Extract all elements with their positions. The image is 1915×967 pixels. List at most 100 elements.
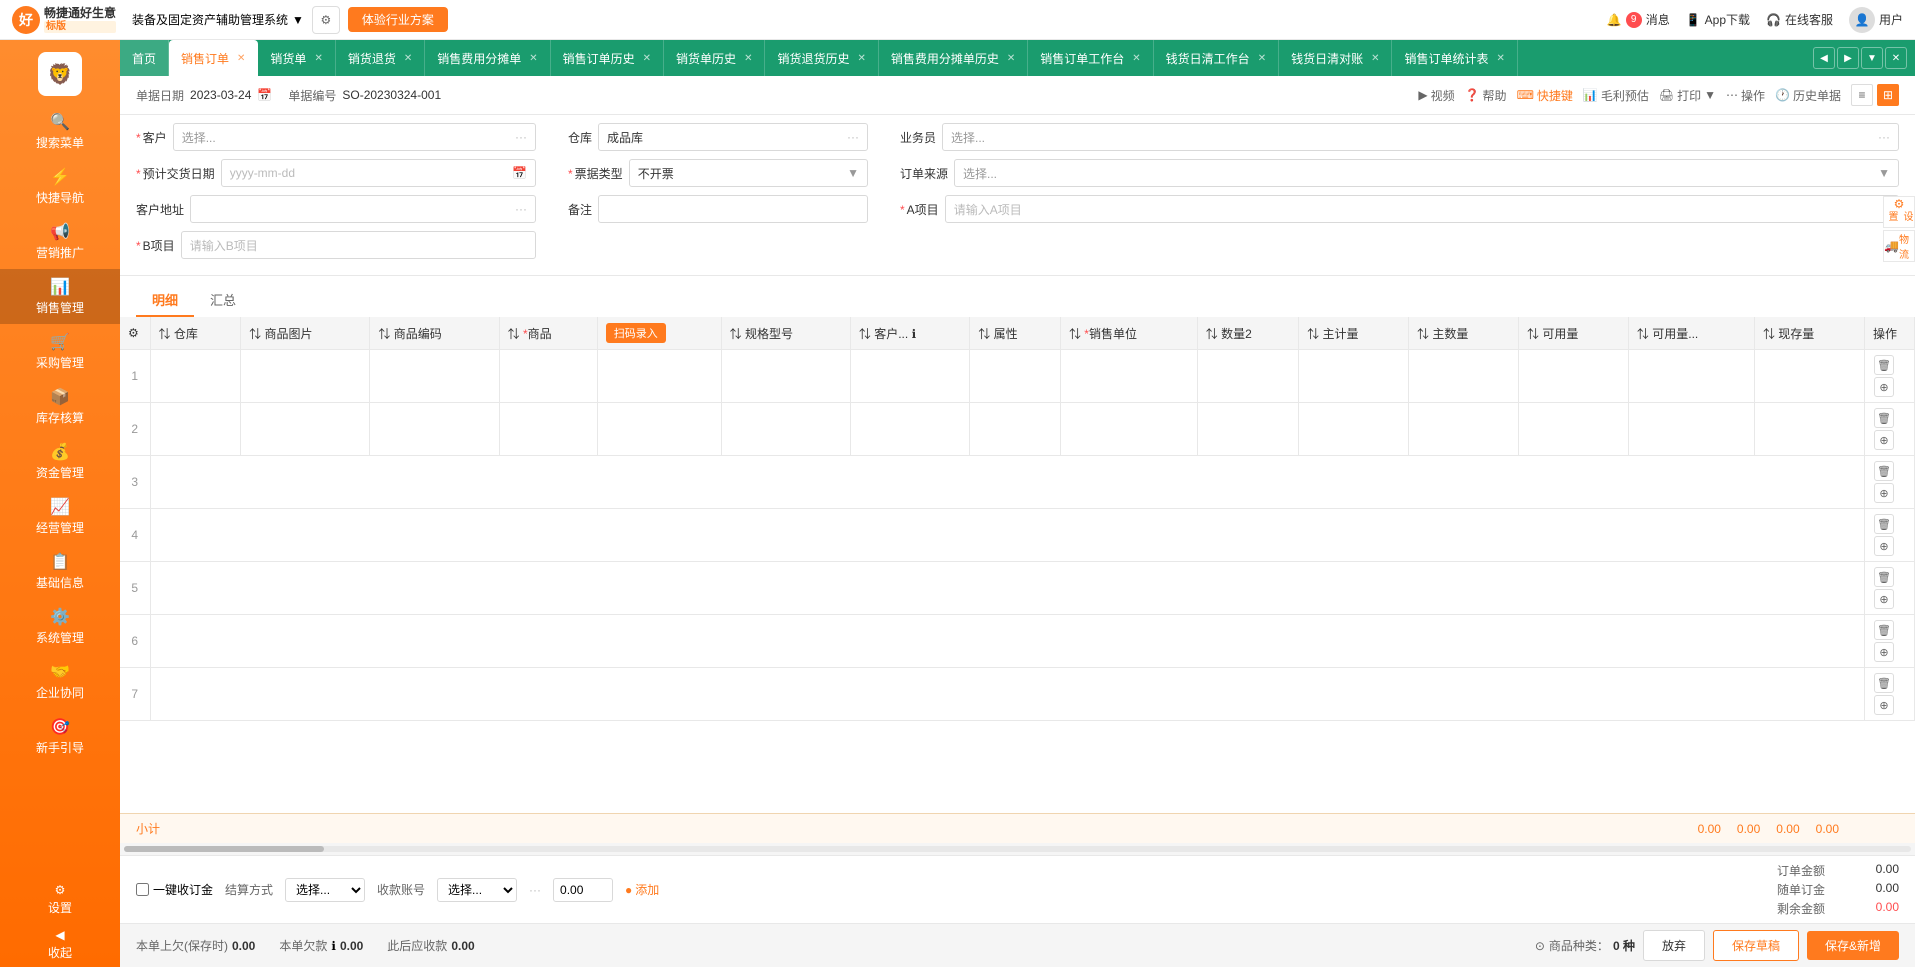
row-1-qty2[interactable] (1197, 350, 1298, 403)
tab-menu-btn[interactable]: ▼ (1861, 47, 1883, 69)
tab-close-icon-12[interactable]: ✕ (1497, 53, 1505, 64)
app-download-btn[interactable]: 📱 App下载 (1686, 11, 1750, 28)
save-draft-btn[interactable]: 保存草稿 (1713, 930, 1799, 961)
user-menu[interactable]: 👤 用户 (1849, 7, 1903, 33)
row-1-attr[interactable] (970, 350, 1061, 403)
tab-close-icon[interactable]: ✕ (237, 53, 245, 64)
sidebar-item-search[interactable]: 🔍 搜索菜单 (0, 104, 120, 159)
settlement-select[interactable]: 选择... (285, 878, 365, 902)
notes-input[interactable] (598, 195, 868, 223)
logistics-float-btn[interactable]: 🚚 物流 (1883, 230, 1915, 262)
col-current-stock[interactable]: ⇅ 现存量 (1754, 317, 1864, 350)
sidebar-item-finance[interactable]: 💰 资金管理 (0, 434, 120, 489)
row-2-product[interactable] (499, 403, 597, 456)
customer-input[interactable]: 选择... ··· (173, 123, 536, 151)
tab-close-icon-4[interactable]: ✕ (529, 53, 537, 64)
address-input[interactable]: ··· (190, 195, 536, 223)
col-attr[interactable]: ⇅ 属性 (970, 317, 1061, 350)
account-select[interactable]: 选择... (437, 878, 517, 902)
tab-close-icon-8[interactable]: ✕ (1007, 53, 1015, 64)
col-product[interactable]: ⇅ *商品 (499, 317, 597, 350)
row-2-attr[interactable] (970, 403, 1061, 456)
tab-sales-invoice[interactable]: 销货单 ✕ (258, 40, 335, 76)
payment-amount-input[interactable] (553, 878, 613, 902)
notice-btn[interactable]: 🔔 9 消息 (1607, 11, 1670, 28)
row-7-delete-btn[interactable]: 🗑 (1874, 673, 1894, 693)
tab-close-icon-2[interactable]: ✕ (314, 53, 322, 64)
tab-reconcile[interactable]: 钱货日清对账 ✕ (1279, 40, 1392, 76)
industry-btn[interactable]: 体验行业方案 (348, 7, 448, 32)
row-4-copy-btn[interactable]: ⊕ (1874, 536, 1894, 556)
tab-sales-return[interactable]: 销货退货 ✕ (336, 40, 425, 76)
sidebar-item-basic-info[interactable]: 📋 基础信息 (0, 544, 120, 599)
col-spec[interactable]: ⇅ 规格型号 (721, 317, 850, 350)
warehouse-input[interactable]: 成品库 ··· (598, 123, 868, 151)
sidebar-item-enterprise[interactable]: 🤝 企业协同 (0, 654, 120, 709)
row-2-qty2[interactable] (1197, 403, 1298, 456)
row-2-available[interactable] (1518, 403, 1628, 456)
scan-btn[interactable]: 扫码录入 (606, 323, 666, 343)
b-project-input[interactable]: 请输入B项目 (181, 231, 536, 259)
one-click-label[interactable]: 一键收订金 (136, 881, 213, 898)
tab-next-btn[interactable]: ▶ (1837, 47, 1859, 69)
a-project-input[interactable]: 请输入A项目 (945, 195, 1899, 223)
sidebar-item-purchase[interactable]: 🛒 采购管理 (0, 324, 120, 379)
tab-close-icon-9[interactable]: ✕ (1132, 53, 1140, 64)
staff-input[interactable]: 选择... ··· (942, 123, 1899, 151)
col-main-unit[interactable]: ⇅ 主计量 (1299, 317, 1409, 350)
tab-statistics[interactable]: 销售订单统计表 ✕ (1392, 40, 1517, 76)
row-1-spec[interactable] (721, 350, 850, 403)
sidebar-item-marketing[interactable]: 📢 营销推广 (0, 214, 120, 269)
row-2-available2[interactable] (1628, 403, 1754, 456)
tab-close-icon-5[interactable]: ✕ (643, 53, 651, 64)
row-2-code[interactable] (370, 403, 499, 456)
detail-tab-detail[interactable]: 明细 (136, 284, 194, 317)
row-1-available[interactable] (1518, 350, 1628, 403)
row-1-delete-btn[interactable]: 🗑 (1874, 355, 1894, 375)
row-2-customer-code[interactable] (850, 403, 969, 456)
row-2-img[interactable] (241, 403, 370, 456)
row-2-main-unit[interactable] (1299, 403, 1409, 456)
system-name-dropdown[interactable]: 装备及固定资产辅助管理系统 ▼ (132, 11, 304, 28)
tab-return-history[interactable]: 销货退货历史 ✕ (765, 40, 878, 76)
layout-grid-btn[interactable]: ⊞ (1877, 84, 1899, 106)
one-click-checkbox[interactable] (136, 883, 149, 896)
tab-close-icon-3[interactable]: ✕ (404, 53, 412, 64)
col-settings[interactable]: ⚙ (120, 317, 150, 350)
scroll-thumb[interactable] (124, 846, 324, 852)
discard-btn[interactable]: 放弃 (1643, 930, 1705, 961)
row-3-copy-btn[interactable]: ⊕ (1874, 483, 1894, 503)
col-sales-unit[interactable]: ⇅ *销售单位 (1060, 317, 1197, 350)
tab-close-icon-10[interactable]: ✕ (1258, 53, 1266, 64)
row-1-code[interactable] (370, 350, 499, 403)
help-btn[interactable]: ❓ 帮助 (1465, 87, 1507, 104)
col-qty2[interactable]: ⇅ 数量2 (1197, 317, 1298, 350)
sidebar-item-guide[interactable]: 🎯 新手引导 (0, 709, 120, 764)
tab-close-icon-7[interactable]: ✕ (857, 53, 865, 64)
col-product-code[interactable]: ⇅ 商品编码 (370, 317, 499, 350)
view-video-btn[interactable]: ▶ 视频 (1418, 87, 1454, 104)
settings-icon-btn[interactable]: ⚙ (312, 6, 340, 34)
row-2-main-qty[interactable] (1409, 403, 1519, 456)
col-scan[interactable]: 扫码录入 (597, 317, 721, 350)
tab-fee-history[interactable]: 销售费用分摊单历史 ✕ (879, 40, 1028, 76)
row-1-product[interactable] (499, 350, 597, 403)
tab-close-icon-11[interactable]: ✕ (1371, 53, 1379, 64)
calendar-icon[interactable]: 📅 (257, 88, 272, 102)
tab-prev-btn[interactable]: ◀ (1813, 47, 1835, 69)
row-4-delete-btn[interactable]: 🗑 (1874, 514, 1894, 534)
order-source-input[interactable]: 选择... ▼ (954, 159, 1899, 187)
col-available2[interactable]: ⇅ 可用量... (1628, 317, 1754, 350)
online-support-btn[interactable]: 🎧 在线客服 (1766, 11, 1833, 28)
row-1-current[interactable] (1754, 350, 1864, 403)
row-2-warehouse[interactable] (150, 403, 241, 456)
sidebar-item-sales[interactable]: 📊 销售管理 (0, 269, 120, 324)
row-2-current[interactable] (1754, 403, 1864, 456)
row-1-main-unit[interactable] (1299, 350, 1409, 403)
row-2-delete-btn[interactable]: 🗑 (1874, 408, 1894, 428)
row-6-delete-btn[interactable]: 🗑 (1874, 620, 1894, 640)
detail-tab-summary[interactable]: 汇总 (194, 284, 252, 317)
row-1-unit[interactable] (1060, 350, 1197, 403)
row-7-copy-btn[interactable]: ⊕ (1874, 695, 1894, 715)
tab-close-all-btn[interactable]: ✕ (1885, 47, 1907, 69)
